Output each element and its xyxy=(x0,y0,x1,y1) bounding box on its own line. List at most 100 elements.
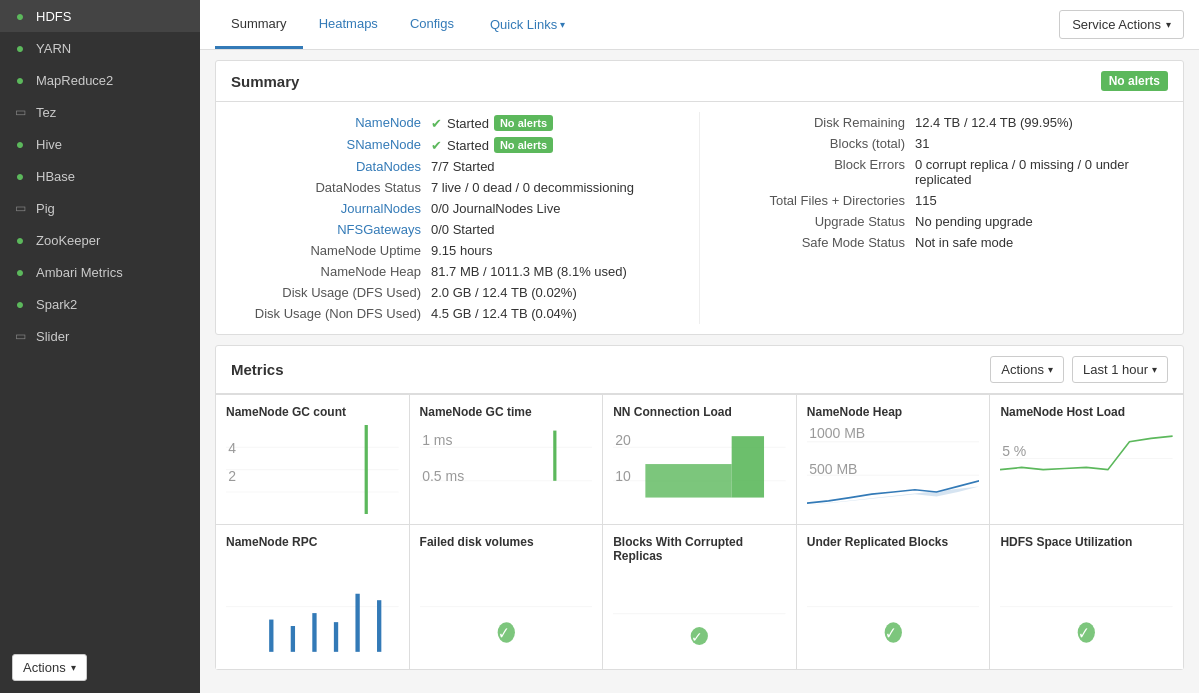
tab-configs[interactable]: Configs xyxy=(394,0,470,49)
sidebar-item-pig[interactable]: ▭Pig xyxy=(0,192,200,224)
metric-card-gc-time[interactable]: NameNode GC time 1 ms 0.5 ms xyxy=(410,395,603,524)
sidebar-item-label-hbase: HBase xyxy=(36,169,75,184)
namenode-link[interactable]: NameNode xyxy=(355,115,421,130)
metric-card-title-under-replicated: Under Replicated Blocks xyxy=(807,535,980,549)
sidebar-item-label-hive: Hive xyxy=(36,137,62,152)
sidebar: ●HDFS●YARN●MapReduce2▭Tez●Hive●HBase▭Pig… xyxy=(0,0,200,693)
metric-chart-connection-load: 20 10 xyxy=(613,425,786,514)
check-circle-icon: ● xyxy=(12,296,28,312)
svg-text:20: 20 xyxy=(615,432,631,448)
metric-card-failed-disk[interactable]: Failed disk volumes ✓ xyxy=(410,525,603,668)
check-circle-icon: ● xyxy=(12,40,28,56)
metric-card-title-gc-count: NameNode GC count xyxy=(226,405,399,419)
sidebar-item-mapreduce2[interactable]: ● MapReduce2 xyxy=(0,64,200,96)
metric-card-rpc[interactable]: NameNode RPC xyxy=(216,525,409,668)
metric-chart-heap: 1000 MB 500 MB xyxy=(807,425,980,514)
sidebar-item-hdfs[interactable]: ●HDFS xyxy=(0,0,200,32)
disk-nondfs-label: Disk Usage (Non DFS Used) xyxy=(231,306,431,321)
quick-links-caret: ▾ xyxy=(560,19,565,30)
check-circle-icon: ● xyxy=(12,72,28,88)
upgrade-status-value: No pending upgrade xyxy=(915,214,1168,229)
metric-card-title-space-util: HDFS Space Utilization xyxy=(1000,535,1173,549)
metric-card-space-util[interactable]: HDFS Space Utilization ✓ xyxy=(990,525,1183,668)
metric-chart-rpc xyxy=(226,555,399,658)
svg-text:✓: ✓ xyxy=(497,624,509,642)
metrics-actions-button[interactable]: Actions ▾ xyxy=(990,356,1064,383)
tab-summary[interactable]: Summary xyxy=(215,0,303,49)
main-content: SummaryHeatmapsConfigs Quick Links ▾ Ser… xyxy=(200,0,1199,693)
metric-card-gc-count[interactable]: NameNode GC count 4 2 xyxy=(216,395,409,524)
journalnodes-link[interactable]: JournalNodes xyxy=(341,201,421,216)
sidebar-item-ambari-metrics[interactable]: ●Ambari Metrics xyxy=(0,256,200,288)
svg-text:1 ms: 1 ms xyxy=(422,432,452,448)
service-actions-label: Service Actions xyxy=(1072,17,1161,32)
nfsgateways-link[interactable]: NFSGateways xyxy=(337,222,421,237)
metric-chart-space-util: ✓ xyxy=(1000,555,1173,658)
metric-card-host-load[interactable]: NameNode Host Load 5 % xyxy=(990,395,1183,524)
metrics-timerange-label: Last 1 hour xyxy=(1083,362,1148,377)
metrics-actions-group: Actions ▾ Last 1 hour ▾ xyxy=(990,356,1168,383)
sidebar-item-hbase[interactable]: ●HBase xyxy=(0,160,200,192)
sidebar-item-slider[interactable]: ▭ Slider xyxy=(0,320,200,352)
sidebar-item-label-zookeeper: ZooKeeper xyxy=(36,233,100,248)
svg-rect-13 xyxy=(646,464,732,497)
monitor-icon: ▭ xyxy=(12,328,28,344)
upgrade-status-label: Upgrade Status xyxy=(715,214,915,229)
sidebar-item-tez[interactable]: ▭Tez xyxy=(0,96,200,128)
metrics-timerange-button[interactable]: Last 1 hour ▾ xyxy=(1072,356,1168,383)
service-actions-caret: ▾ xyxy=(1166,19,1171,30)
quick-links[interactable]: Quick Links ▾ xyxy=(490,17,565,32)
disk-nondfs-row: Disk Usage (Non DFS Used) 4.5 GB / 12.4 … xyxy=(231,303,684,324)
sidebar-item-yarn[interactable]: ●YARN xyxy=(0,32,200,64)
monitor-icon: ▭ xyxy=(12,200,28,216)
sidebar-item-label-mapreduce2: MapReduce2 xyxy=(36,73,113,88)
safe-mode-label: Safe Mode Status xyxy=(715,235,915,250)
service-actions-button[interactable]: Service Actions ▾ xyxy=(1059,10,1184,39)
page-content: Summary No alerts NameNode ✔ Started xyxy=(200,50,1199,693)
sidebar-item-label-spark2: Spark2 xyxy=(36,297,77,312)
metric-card-heap[interactable]: NameNode Heap 1000 MB 500 MB xyxy=(797,395,990,524)
summary-header: Summary No alerts xyxy=(216,61,1183,102)
metrics-panel: Metrics Actions ▾ Last 1 hour ▾ NameNode… xyxy=(215,345,1184,670)
metrics-timerange-caret: ▾ xyxy=(1152,364,1157,375)
blocks-total-value: 31 xyxy=(915,136,1168,151)
svg-text:1000 MB: 1000 MB xyxy=(809,425,865,441)
svg-rect-27 xyxy=(334,622,338,652)
blocks-total-label: Blocks (total) xyxy=(715,136,915,151)
sidebar-item-zookeeper[interactable]: ●ZooKeeper xyxy=(0,224,200,256)
metric-chart-gc-time: 1 ms 0.5 ms xyxy=(420,425,593,514)
tab-heatmaps[interactable]: Heatmaps xyxy=(303,0,394,49)
summary-body: NameNode ✔ Started No alerts SName xyxy=(216,102,1183,334)
check-circle-icon: ● xyxy=(12,264,28,280)
summary-panel: Summary No alerts NameNode ✔ Started xyxy=(215,60,1184,335)
block-errors-value: 0 corrupt replica / 0 missing / 0 under … xyxy=(915,157,1168,187)
metric-card-corrupted-blocks[interactable]: Blocks With Corrupted Replicas ✓ xyxy=(603,525,796,668)
datanodes-link[interactable]: DataNodes xyxy=(356,159,421,174)
journalnodes-value: 0/0 JournalNodes Live xyxy=(431,201,684,216)
metric-chart-host-load: 5 % xyxy=(1000,425,1173,514)
snamenode-link[interactable]: SNameNode xyxy=(347,137,421,152)
caret-icon: ▾ xyxy=(71,662,76,673)
monitor-icon: ▭ xyxy=(12,104,28,120)
metric-card-title-host-load: NameNode Host Load xyxy=(1000,405,1173,419)
sidebar-item-hive[interactable]: ●Hive xyxy=(0,128,200,160)
metric-card-under-replicated[interactable]: Under Replicated Blocks ✓ xyxy=(797,525,990,668)
sidebar-item-label-slider: Slider xyxy=(36,329,69,344)
svg-rect-28 xyxy=(355,594,359,652)
metric-chart-gc-count: 4 2 xyxy=(226,425,399,514)
sidebar-actions-area: Actions ▾ xyxy=(0,642,200,693)
disk-nondfs-value: 4.5 GB / 12.4 TB (0.04%) xyxy=(431,306,684,321)
disk-dfs-label: Disk Usage (DFS Used) xyxy=(231,285,431,300)
svg-text:4: 4 xyxy=(228,440,236,456)
metric-card-connection-load[interactable]: NN Connection Load 20 10 xyxy=(603,395,796,524)
svg-rect-26 xyxy=(312,613,316,652)
sidebar-item-spark2[interactable]: ● Spark2 xyxy=(0,288,200,320)
namenode-row: NameNode ✔ Started No alerts xyxy=(231,112,684,134)
blocks-total-row: Blocks (total) 31 xyxy=(715,133,1168,154)
metric-chart-failed-disk: ✓ xyxy=(420,555,593,658)
summary-left-col: NameNode ✔ Started No alerts SName xyxy=(216,112,699,324)
svg-text:✓: ✓ xyxy=(1078,624,1090,642)
sidebar-actions-button[interactable]: Actions ▾ xyxy=(12,654,87,681)
metric-card-title-rpc: NameNode RPC xyxy=(226,535,399,549)
safe-mode-row: Safe Mode Status Not in safe mode xyxy=(715,232,1168,253)
